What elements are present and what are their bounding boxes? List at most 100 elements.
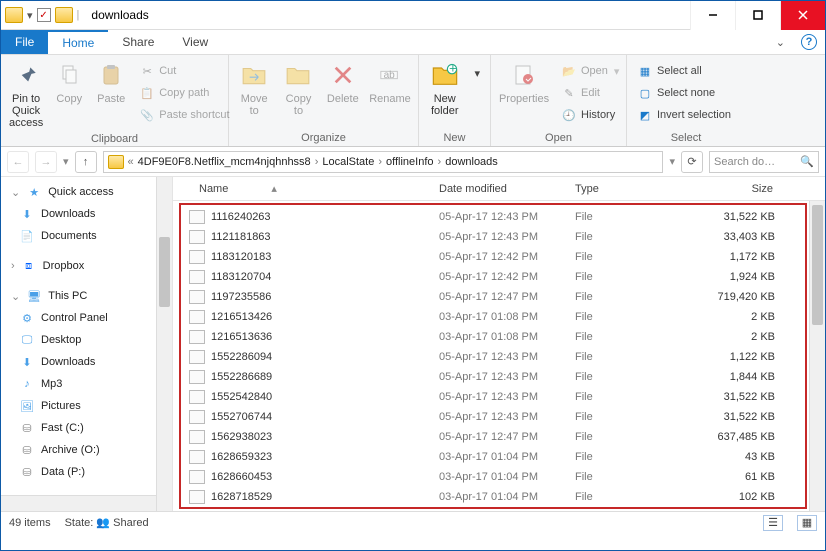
tab-home[interactable]: Home (48, 30, 108, 54)
chevron-icon: › (11, 260, 15, 272)
pin-icon (10, 61, 42, 89)
nav-control-panel[interactable]: ⚙Control Panel (1, 307, 172, 329)
paste-shortcut-button[interactable]: 📎Paste shortcut (135, 105, 233, 125)
copy-path-button[interactable]: 📋Copy path (135, 83, 233, 103)
table-row[interactable]: 155270674405-Apr-17 12:43 PMFile31,522 K… (189, 407, 797, 427)
cut-icon: ✂ (139, 63, 155, 79)
recent-dropdown-icon[interactable]: ▾ (63, 155, 69, 168)
select-none-icon: ▢ (637, 85, 653, 101)
file-type: File (575, 371, 675, 383)
close-button[interactable] (780, 1, 825, 30)
forward-button[interactable]: → (35, 151, 57, 173)
paste-button[interactable]: Paste (93, 59, 129, 107)
breadcrumb-part[interactable]: 4DF9E0F8.Netflix_mcm4njqhnhss8 (138, 156, 311, 168)
table-row[interactable]: 119723558605-Apr-17 12:47 PMFile719,420 … (189, 287, 797, 307)
select-all-icon: ▦ (637, 63, 653, 79)
chevron-right-icon[interactable]: › (376, 156, 384, 168)
tab-share[interactable]: Share (108, 30, 168, 54)
help-icon[interactable]: ? (801, 34, 817, 50)
download-icon: ⬇ (19, 206, 35, 222)
table-row[interactable]: 121651363603-Apr-17 01:08 PMFile2 KB (189, 327, 797, 347)
table-row[interactable]: 112118186305-Apr-17 12:43 PMFile33,403 K… (189, 227, 797, 247)
search-input[interactable]: Search do… 🔍 (709, 151, 819, 173)
header-name[interactable]: Name ▴ (193, 182, 433, 195)
up-button[interactable]: ↑ (75, 151, 97, 173)
nav-this-pc[interactable]: ⌄🖥This PC (1, 285, 172, 307)
table-row[interactable]: 111624026305-Apr-17 12:43 PMFile31,522 K… (189, 207, 797, 227)
header-type[interactable]: Type (569, 183, 669, 195)
chevron-right-icon[interactable]: › (436, 156, 444, 168)
file-name: 1183120183 (211, 251, 439, 263)
delete-button[interactable]: Delete (324, 59, 362, 107)
table-row[interactable]: 156293802305-Apr-17 12:47 PMFile637,485 … (189, 427, 797, 447)
address-dropdown-icon[interactable]: ▾ (669, 155, 675, 168)
table-row[interactable]: 155228668905-Apr-17 12:43 PMFile1,844 KB (189, 367, 797, 387)
history-button[interactable]: 🕘History (557, 105, 623, 125)
cut-button[interactable]: ✂Cut (135, 61, 233, 81)
collapse-ribbon-icon[interactable]: ⌄ (768, 30, 793, 54)
file-menu[interactable]: File (1, 30, 48, 54)
open-button[interactable]: 📂Open▾ (557, 61, 623, 81)
table-row[interactable]: 162865932303-Apr-17 01:04 PMFile43 KB (189, 447, 797, 467)
tab-view[interactable]: View (168, 30, 222, 54)
qat-dropdown-icon[interactable]: ▾ (27, 9, 33, 22)
scrollbar-thumb[interactable] (159, 237, 170, 307)
file-list: Name ▴ Date modified Type Size 111624026… (173, 177, 825, 511)
minimize-button[interactable] (690, 1, 735, 30)
properties-button[interactable]: Properties (497, 59, 551, 107)
breadcrumb-part[interactable]: downloads (445, 156, 498, 168)
file-name: 1562938023 (211, 431, 439, 443)
properties-qat-icon[interactable]: ✓ (37, 8, 51, 22)
scrollbar-vertical[interactable] (809, 201, 825, 511)
table-row[interactable]: 155254284005-Apr-17 12:43 PMFile31,522 K… (189, 387, 797, 407)
header-date[interactable]: Date modified (433, 183, 569, 195)
select-all-button[interactable]: ▦Select all (633, 61, 735, 81)
nav-pictures[interactable]: 🖼Pictures (1, 395, 172, 417)
copy-button[interactable]: Copy (51, 59, 87, 107)
nav-fast-c[interactable]: ⛁Fast (C:) (1, 417, 172, 439)
header-size[interactable]: Size (669, 183, 779, 195)
table-row[interactable]: 155228609405-Apr-17 12:43 PMFile1,122 KB (189, 347, 797, 367)
refresh-button[interactable]: ⟳ (681, 151, 703, 173)
select-none-button[interactable]: ▢Select none (633, 83, 735, 103)
scrollbar-vertical[interactable] (156, 177, 172, 511)
chevron-right-icon[interactable]: › (313, 156, 321, 168)
chevron-right-icon[interactable]: « (126, 156, 136, 168)
file-date: 05-Apr-17 12:47 PM (439, 291, 575, 303)
details-view-button[interactable]: ☰ (763, 515, 783, 531)
nav-downloads[interactable]: ⬇Downloads (1, 203, 172, 225)
file-date: 03-Apr-17 01:04 PM (439, 451, 575, 463)
tiles-view-button[interactable]: ▦ (797, 515, 817, 531)
file-size: 1,172 KB (675, 251, 775, 263)
table-row[interactable]: 121651342603-Apr-17 01:08 PMFile2 KB (189, 307, 797, 327)
pin-quick-access-button[interactable]: Pin to Quick access (7, 59, 45, 131)
nav-data-p[interactable]: ⛁Data (P:) (1, 461, 172, 483)
nav-archive-o[interactable]: ⛁Archive (O:) (1, 439, 172, 461)
nav-dropbox[interactable]: ›⧈Dropbox (1, 255, 172, 277)
rename-button[interactable]: ab Rename (368, 59, 412, 107)
table-row[interactable]: 162866045303-Apr-17 01:04 PMFile61 KB (189, 467, 797, 487)
breadcrumb[interactable]: « 4DF9E0F8.Netflix_mcm4njqhnhss8 › Local… (103, 151, 664, 173)
table-row[interactable]: 162871852903-Apr-17 01:04 PMFile102 KB (189, 487, 797, 507)
invert-selection-button[interactable]: ◩Invert selection (633, 105, 735, 125)
nav-quick-access[interactable]: ⌄★Quick access (1, 181, 172, 203)
maximize-button[interactable] (735, 1, 780, 30)
table-row[interactable]: 118312018305-Apr-17 12:42 PMFile1,172 KB (189, 247, 797, 267)
copy-to-button[interactable]: Copy to (279, 59, 317, 119)
table-row[interactable]: 118312070405-Apr-17 12:42 PMFile1,924 KB (189, 267, 797, 287)
window-title: downloads (83, 8, 690, 22)
scrollbar-horizontal[interactable] (1, 495, 156, 511)
breadcrumb-part[interactable]: offlineInfo (386, 156, 434, 168)
nav-mp3[interactable]: ♪Mp3 (1, 373, 172, 395)
new-item-dropdown[interactable]: ▾ (470, 65, 484, 82)
move-to-button[interactable]: Move to (235, 59, 273, 119)
file-type: File (575, 431, 675, 443)
edit-button[interactable]: ✎Edit (557, 83, 623, 103)
nav-desktop[interactable]: 🖵Desktop (1, 329, 172, 351)
breadcrumb-part[interactable]: LocalState (322, 156, 374, 168)
scrollbar-thumb[interactable] (812, 205, 823, 325)
nav-downloads2[interactable]: ⬇Downloads (1, 351, 172, 373)
back-button[interactable]: ← (7, 151, 29, 173)
new-folder-button[interactable]: + New folder (425, 59, 464, 119)
nav-documents[interactable]: 📄Documents (1, 225, 172, 247)
